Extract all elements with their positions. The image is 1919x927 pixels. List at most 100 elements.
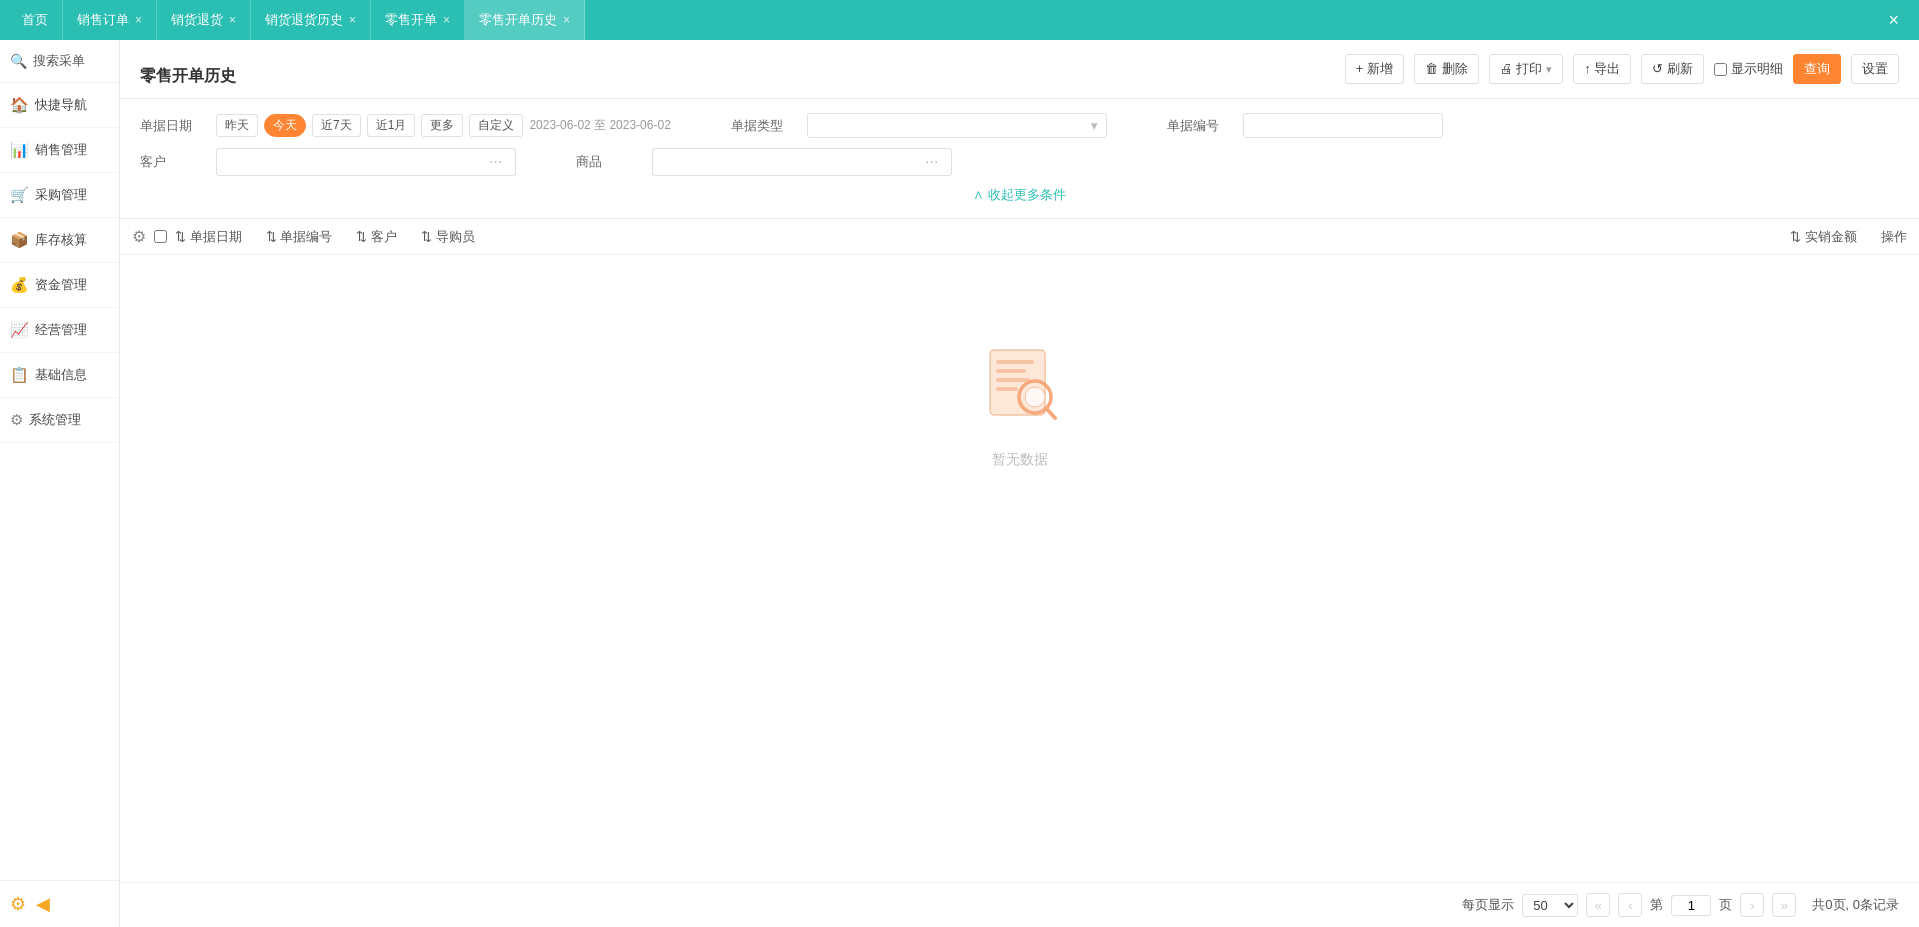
svg-point-6 (1025, 387, 1045, 407)
per-page-label: 每页显示 (1462, 896, 1514, 914)
col-customer-sort[interactable]: ⇅ 客户 (356, 228, 397, 246)
sidebar-footer: ⚙ ◀ (0, 880, 119, 927)
date-custom-button[interactable]: 自定义 (469, 114, 523, 137)
pagination: 每页显示 50 10 20 100 « ‹ 第 页 › » 共0页, 0条记录 (120, 882, 1919, 927)
empty-text: 暂无数据 (992, 451, 1048, 469)
table-toolbar: ⚙ ⇅ 单据日期 ⇅ 单据编号 ⇅ 客户 ⇅ 导购员 ⇅ 实销金额 (120, 219, 1919, 255)
empty-state: 暂无数据 (120, 255, 1919, 549)
svg-rect-3 (996, 378, 1030, 382)
tab-sales-return-history[interactable]: 销货退货历史 × (251, 0, 371, 40)
display-detail-checkbox[interactable]: 显示明细 (1714, 60, 1783, 78)
close-retail-open-history-tab[interactable]: × (563, 13, 570, 27)
date-range-display: 2023-06-02 至 2023-06-02 (529, 117, 670, 134)
delete-button[interactable]: 🗑 删除 (1414, 54, 1479, 84)
date-last-month-button[interactable]: 近1月 (367, 114, 416, 137)
goods-filter-label: 商品 (576, 153, 632, 171)
tab-sales-order[interactable]: 销售订单 × (63, 0, 157, 40)
table-select-all-checkbox[interactable] (154, 230, 167, 243)
settings-button[interactable]: 设置 (1851, 54, 1899, 84)
tab-retail-open-history[interactable]: 零售开单历史 × (465, 0, 585, 40)
refresh-button[interactable]: ↺ 刷新 (1641, 54, 1704, 84)
window-close-button[interactable]: × (1876, 10, 1911, 31)
basic-info-icon: 📋 (10, 366, 29, 384)
collapse-filter-button[interactable]: ∧ 收起更多条件 (140, 186, 1899, 204)
svg-line-7 (1046, 408, 1055, 418)
col-date-sort[interactable]: ⇅ 单据日期 (175, 228, 242, 246)
filter-row-1: 单据日期 昨天 今天 近7天 近1月 更多 自定义 2023-06-02 至 2… (140, 113, 1899, 138)
sidebar: 🔍 搜索采单 🏠 快捷导航 📊 销售管理 🛒 采购管理 📦 库存核算 💰 资金管… (0, 40, 120, 927)
customer-filter-input[interactable] (225, 155, 485, 170)
table-settings-gear-icon[interactable]: ⚙ (132, 227, 146, 246)
date-filter: 昨天 今天 近7天 近1月 更多 自定义 2023-06-02 至 2023-0… (216, 114, 671, 137)
sidebar-item-sales[interactable]: 📊 销售管理 (0, 128, 119, 173)
col-action: 操作 (1881, 228, 1907, 246)
close-sales-return-history-tab[interactable]: × (349, 13, 356, 27)
tab-home[interactable]: 首页 (8, 0, 63, 40)
print-button[interactable]: 🖨 打印 ▾ (1489, 54, 1564, 84)
search-icon: 🔍 (10, 53, 27, 69)
tab-retail-open[interactable]: 零售开单 × (371, 0, 465, 40)
date-last7-button[interactable]: 近7天 (312, 114, 361, 137)
col-number-sort[interactable]: ⇅ 单据编号 (266, 228, 333, 246)
date-filter-label: 单据日期 (140, 117, 196, 135)
sidebar-item-system[interactable]: ⚙ 系统管理 (0, 398, 119, 443)
customer-filter-dots[interactable]: ··· (489, 153, 502, 171)
page-number-input[interactable] (1671, 895, 1711, 916)
close-sales-return-tab[interactable]: × (229, 13, 236, 27)
close-sales-order-tab[interactable]: × (135, 13, 142, 27)
empty-illustration (970, 335, 1070, 435)
purchase-icon: 🛒 (10, 186, 29, 204)
display-detail-input[interactable] (1714, 63, 1727, 76)
sidebar-search[interactable]: 🔍 搜索采单 (0, 40, 119, 83)
home-icon: 🏠 (10, 96, 29, 114)
sidebar-item-quick-nav[interactable]: 🏠 快捷导航 (0, 83, 119, 128)
sidebar-item-operations[interactable]: 📈 经营管理 (0, 308, 119, 353)
total-info: 共0页, 0条记录 (1812, 896, 1899, 914)
filter-row-2: 客户 ··· 商品 ··· (140, 148, 1899, 176)
svg-rect-1 (996, 360, 1034, 364)
system-icon: ⚙ (10, 411, 23, 429)
print-dropdown-icon: ▾ (1546, 63, 1552, 76)
type-filter-select[interactable]: ▾ (807, 113, 1107, 138)
date-today-button[interactable]: 今天 (264, 114, 306, 137)
export-button[interactable]: ↑ 导出 (1573, 54, 1631, 84)
page-title: 零售开单历史 (140, 66, 1345, 87)
prev-page-button[interactable]: ‹ (1618, 893, 1642, 917)
customer-filter-label: 客户 (140, 153, 196, 171)
sidebar-item-purchase[interactable]: 🛒 采购管理 (0, 173, 119, 218)
table-area: ⚙ ⇅ 单据日期 ⇅ 单据编号 ⇅ 客户 ⇅ 导购员 ⇅ 实销金额 (120, 219, 1919, 882)
inventory-icon: 📦 (10, 231, 29, 249)
page-header: 零售开单历史 + 新增 🗑 删除 🖨 打印 ▾ ↑ 导出 ↺ 刷新 (120, 40, 1919, 99)
page-suffix: 页 (1719, 896, 1732, 914)
first-page-button[interactable]: « (1586, 893, 1610, 917)
sidebar-item-basic-info[interactable]: 📋 基础信息 (0, 353, 119, 398)
last-page-button[interactable]: » (1772, 893, 1796, 917)
main-layout: 🔍 搜索采单 🏠 快捷导航 📊 销售管理 🛒 采购管理 📦 库存核算 💰 资金管… (0, 40, 1919, 927)
svg-rect-4 (996, 387, 1018, 391)
sidebar-item-inventory[interactable]: 📦 库存核算 (0, 218, 119, 263)
filter-area: 单据日期 昨天 今天 近7天 近1月 更多 自定义 2023-06-02 至 2… (120, 99, 1919, 219)
tab-sales-return[interactable]: 销货退货 × (157, 0, 251, 40)
close-retail-open-tab[interactable]: × (443, 13, 450, 27)
goods-filter-dots[interactable]: ··· (925, 153, 938, 171)
number-filter-input[interactable] (1243, 113, 1443, 138)
page-label: 第 (1650, 896, 1663, 914)
finance-icon: 💰 (10, 276, 29, 294)
per-page-select[interactable]: 50 10 20 100 (1522, 894, 1578, 917)
query-button[interactable]: 查询 (1793, 54, 1841, 84)
next-page-button[interactable]: › (1740, 893, 1764, 917)
settings-gear-icon[interactable]: ⚙ (10, 893, 26, 915)
date-more-button[interactable]: 更多 (421, 114, 463, 137)
type-select-chevron-icon: ▾ (1091, 118, 1098, 133)
col-amount-sort[interactable]: ⇅ 实销金额 (1790, 228, 1857, 246)
goods-filter-input[interactable] (661, 155, 921, 170)
operations-icon: 📈 (10, 321, 29, 339)
col-guide-sort[interactable]: ⇅ 导购员 (421, 228, 475, 246)
sidebar-collapse-icon[interactable]: ◀ (36, 893, 50, 915)
top-tabbar: 首页 销售订单 × 销货退货 × 销货退货历史 × 零售开单 × 零售开单历史 … (0, 0, 1919, 40)
add-button[interactable]: + 新增 (1345, 54, 1404, 84)
type-filter-label: 单据类型 (731, 117, 787, 135)
sidebar-item-finance[interactable]: 💰 资金管理 (0, 263, 119, 308)
date-yesterday-button[interactable]: 昨天 (216, 114, 258, 137)
toolbar: + 新增 🗑 删除 🖨 打印 ▾ ↑ 导出 ↺ 刷新 显示明细 (1345, 54, 1899, 98)
